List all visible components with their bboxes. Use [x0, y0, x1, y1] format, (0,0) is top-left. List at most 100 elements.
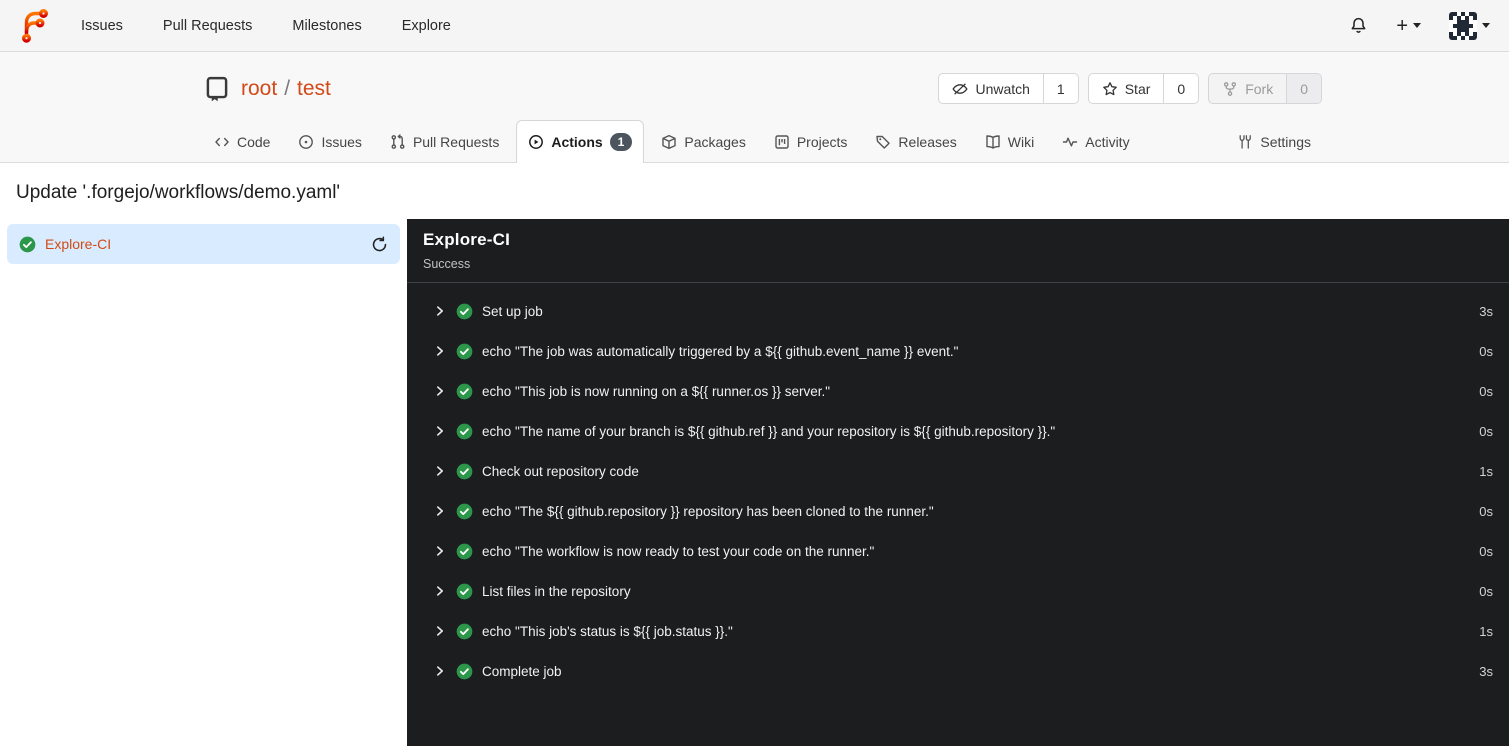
create-new-dropdown[interactable]: +	[1396, 16, 1421, 36]
step-duration: 0s	[1479, 423, 1493, 439]
package-icon	[662, 134, 677, 149]
step-row[interactable]: echo "The job was automatically triggere…	[433, 331, 1493, 371]
chevron-right-icon	[437, 306, 443, 316]
jobs-sidebar: Explore-CI	[0, 219, 407, 746]
code-icon	[215, 137, 229, 146]
repo-tabs: Code Issues Pull Requests Actions 1 Pack…	[203, 120, 1322, 163]
rerun-sync-icon[interactable]	[371, 235, 388, 253]
primary-nav: Issues Pull Requests Milestones Explore	[81, 18, 451, 34]
notifications-button[interactable]	[1349, 16, 1368, 35]
tab-projects[interactable]: Projects	[763, 121, 859, 162]
plus-icon: +	[1396, 14, 1408, 37]
tab-activity[interactable]: Activity	[1051, 121, 1140, 162]
star-count[interactable]: 0	[1163, 74, 1198, 103]
check-circle-icon	[456, 343, 473, 359]
step-row[interactable]: echo "The workflow is now ready to test …	[433, 531, 1493, 571]
step-row[interactable]: Set up job 3s	[433, 291, 1493, 331]
watch-count[interactable]: 1	[1042, 74, 1078, 103]
tab-code[interactable]: Code	[203, 121, 281, 162]
job-log-title: Explore-CI	[423, 230, 511, 249]
step-row[interactable]: Complete job 3s	[433, 651, 1493, 691]
step-name: List files in the repository	[482, 583, 631, 599]
repo-name-link[interactable]: test	[297, 77, 331, 101]
step-row[interactable]: echo "The ${{ github.repository }} repos…	[433, 491, 1493, 531]
project-icon	[775, 134, 789, 149]
user-menu-dropdown[interactable]	[1449, 11, 1490, 40]
star-button[interactable]: Star 0	[1087, 73, 1200, 104]
tab-releases[interactable]: Releases	[864, 121, 967, 162]
chevron-right-icon	[437, 546, 443, 556]
tab-label: Issues	[321, 133, 362, 150]
unwatch-label: Unwatch	[975, 80, 1030, 97]
tab-packages[interactable]: Packages	[650, 121, 756, 162]
step-duration: 1s	[1479, 623, 1493, 639]
check-circle-icon	[456, 583, 473, 599]
job-item-explore-ci[interactable]: Explore-CI	[7, 224, 400, 264]
tab-wiki[interactable]: Wiki	[974, 121, 1045, 162]
fork-label: Fork	[1245, 80, 1274, 97]
tab-issues[interactable]: Issues	[287, 121, 372, 162]
step-name: Set up job	[482, 303, 543, 319]
pulse-icon	[1063, 137, 1078, 146]
book-open-icon	[986, 134, 1000, 149]
check-circle-icon	[456, 423, 473, 439]
step-row[interactable]: echo "The name of your branch is ${{ git…	[433, 411, 1493, 451]
nav-pull-requests[interactable]: Pull Requests	[163, 18, 252, 34]
unwatch-button[interactable]: Unwatch 1	[938, 73, 1079, 104]
check-circle-icon	[19, 236, 36, 252]
tab-label: Projects	[796, 133, 848, 150]
star-icon	[1102, 81, 1117, 95]
step-duration: 0s	[1479, 503, 1493, 519]
check-circle-icon	[456, 383, 473, 399]
fork-count: 0	[1286, 74, 1321, 103]
check-circle-icon	[456, 623, 473, 639]
chevron-right-icon	[437, 586, 443, 596]
check-circle-icon	[456, 543, 473, 559]
check-circle-icon	[456, 303, 473, 319]
repo-owner-link[interactable]: root	[241, 77, 277, 101]
step-name: echo "The job was automatically triggere…	[482, 343, 959, 359]
top-navbar: Issues Pull Requests Milestones Explore …	[0, 0, 1509, 52]
pull-request-icon	[391, 133, 405, 149]
tools-icon	[1239, 134, 1252, 149]
issue-icon	[299, 134, 314, 149]
navbar-right: +	[1349, 11, 1490, 40]
step-duration: 3s	[1479, 303, 1493, 319]
repo-icon	[206, 76, 228, 101]
tab-label: Pull Requests	[412, 133, 500, 150]
nav-issues[interactable]: Issues	[81, 18, 123, 34]
tab-label: Releases	[898, 133, 957, 150]
tab-settings[interactable]: Settings	[1226, 121, 1322, 162]
step-duration: 0s	[1479, 543, 1493, 559]
tab-label: Activity	[1085, 133, 1130, 150]
chevron-right-icon	[437, 426, 443, 436]
check-circle-icon	[456, 463, 473, 479]
forgejo-logo-icon[interactable]	[19, 8, 51, 43]
steps-list: Set up job 3s echo "The job was automati…	[407, 283, 1509, 691]
fork-button: Fork 0	[1208, 73, 1322, 104]
step-row[interactable]: echo "This job's status is ${{ job.statu…	[433, 611, 1493, 651]
step-row[interactable]: Check out repository code 1s	[433, 451, 1493, 491]
chevron-right-icon	[437, 466, 443, 476]
step-name: echo "This job's status is ${{ job.statu…	[482, 623, 733, 639]
run-layout: Explore-CI Explore-CI Success Set up job…	[0, 219, 1509, 746]
step-name: echo "The workflow is now ready to test …	[482, 543, 875, 559]
job-log-panel: Explore-CI Success Set up job 3s echo "T…	[407, 219, 1509, 746]
check-circle-icon	[456, 503, 473, 519]
chevron-right-icon	[437, 346, 443, 356]
nav-milestones[interactable]: Milestones	[292, 18, 361, 34]
chevron-down-icon	[1413, 23, 1421, 28]
job-name: Explore-CI	[45, 236, 112, 252]
check-circle-icon	[456, 663, 473, 679]
chevron-right-icon	[437, 666, 443, 676]
step-row[interactable]: List files in the repository 0s	[433, 571, 1493, 611]
step-row[interactable]: echo "This job is now running on a ${{ r…	[433, 371, 1493, 411]
eye-slash-icon	[952, 82, 969, 95]
chevron-right-icon	[437, 626, 443, 636]
chevron-right-icon	[437, 506, 443, 516]
step-name: echo "The ${{ github.repository }} repos…	[482, 503, 934, 519]
tab-actions[interactable]: Actions 1	[516, 120, 645, 163]
tag-icon	[876, 135, 891, 149]
tab-pull-requests[interactable]: Pull Requests	[379, 121, 510, 162]
nav-explore[interactable]: Explore	[402, 18, 451, 34]
